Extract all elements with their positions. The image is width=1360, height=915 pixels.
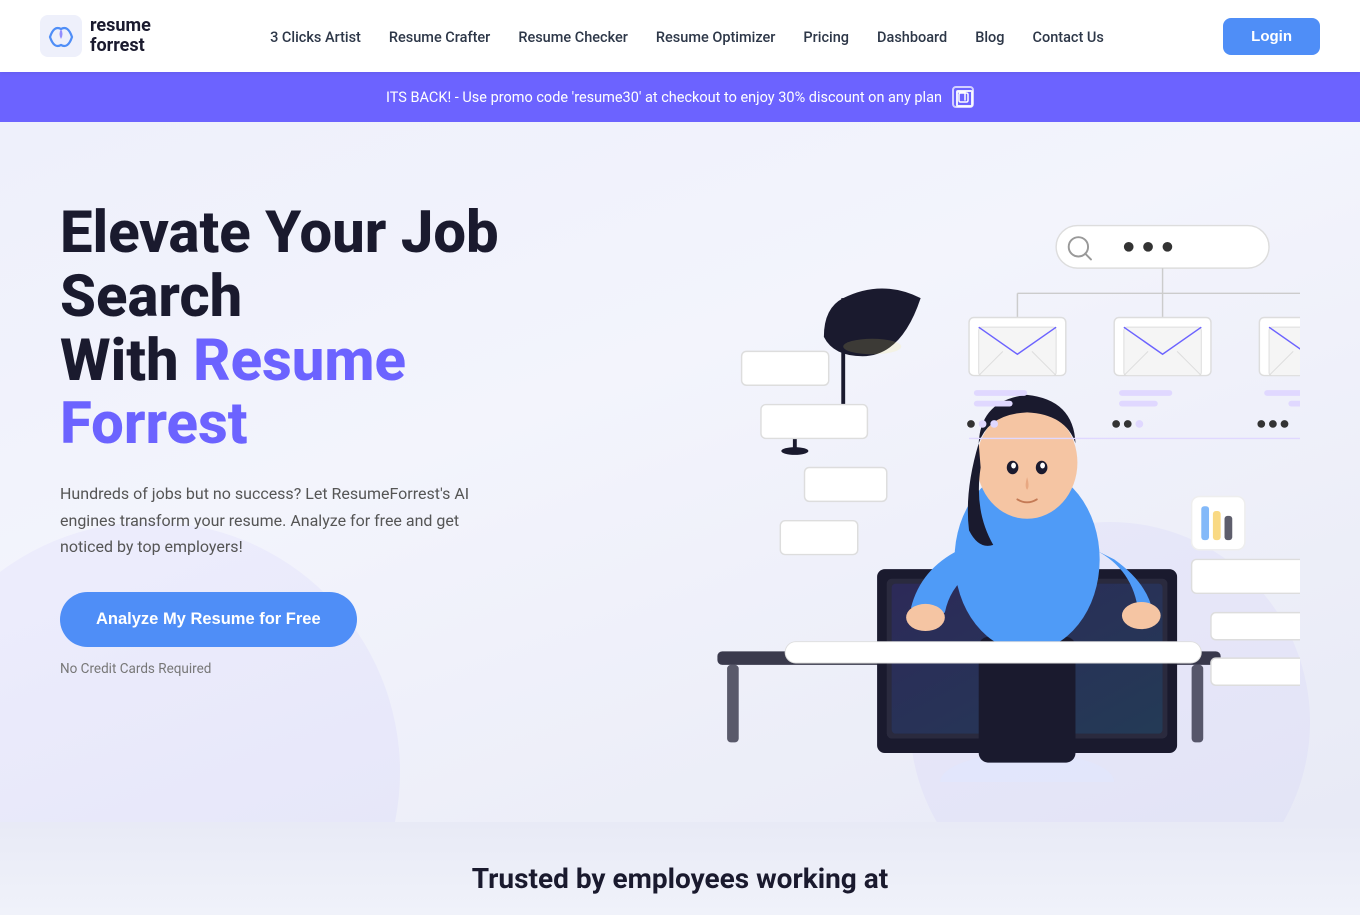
nav-item-crafter[interactable]: Resume Crafter <box>389 27 490 46</box>
logo[interactable]: resume forrest <box>40 15 151 57</box>
promo-text: ITS BACK! - Use promo code 'resume30' at… <box>386 89 942 106</box>
nav-links: 3 Clicks Artist Resume Crafter Resume Ch… <box>270 27 1104 46</box>
trusted-heading: Trusted by employees working at <box>20 862 1340 895</box>
nav-item-checker[interactable]: Resume Checker <box>518 27 628 46</box>
hero-heading: Elevate Your Job Search With Resume Forr… <box>60 202 580 457</box>
nav-item-optimizer[interactable]: Resume Optimizer <box>656 27 775 46</box>
trusted-section: Trusted by employees working at <box>0 822 1360 915</box>
hero-content: Elevate Your Job Search With Resume Forr… <box>60 182 580 677</box>
hero-section: Elevate Your Job Search With Resume Forr… <box>0 122 1360 822</box>
navbar: resume forrest 3 Clicks Artist Resume Cr… <box>0 0 1360 72</box>
promo-banner: ITS BACK! - Use promo code 'resume30' at… <box>0 72 1360 122</box>
hero-illustration <box>580 182 1300 782</box>
logo-icon <box>40 15 82 57</box>
nav-item-contact[interactable]: Contact Us <box>1033 27 1104 46</box>
logo-text: resume forrest <box>90 16 151 56</box>
nav-item-pricing[interactable]: Pricing <box>803 27 849 46</box>
nav-item-3clicks[interactable]: 3 Clicks Artist <box>270 27 361 46</box>
heading-with-plain: With Resume <box>60 327 406 395</box>
illustration-svg <box>580 182 1300 782</box>
hero-subtext: Hundreds of jobs but no success? Let Res… <box>60 481 480 560</box>
login-button[interactable]: Login <box>1223 18 1320 55</box>
nav-item-dashboard[interactable]: Dashboard <box>877 27 947 46</box>
nav-item-blog[interactable]: Blog <box>975 27 1004 46</box>
copy-icon[interactable] <box>952 86 974 108</box>
no-credit-card-note: No Credit Cards Required <box>60 661 580 677</box>
analyze-button[interactable]: Analyze My Resume for Free <box>60 592 357 647</box>
